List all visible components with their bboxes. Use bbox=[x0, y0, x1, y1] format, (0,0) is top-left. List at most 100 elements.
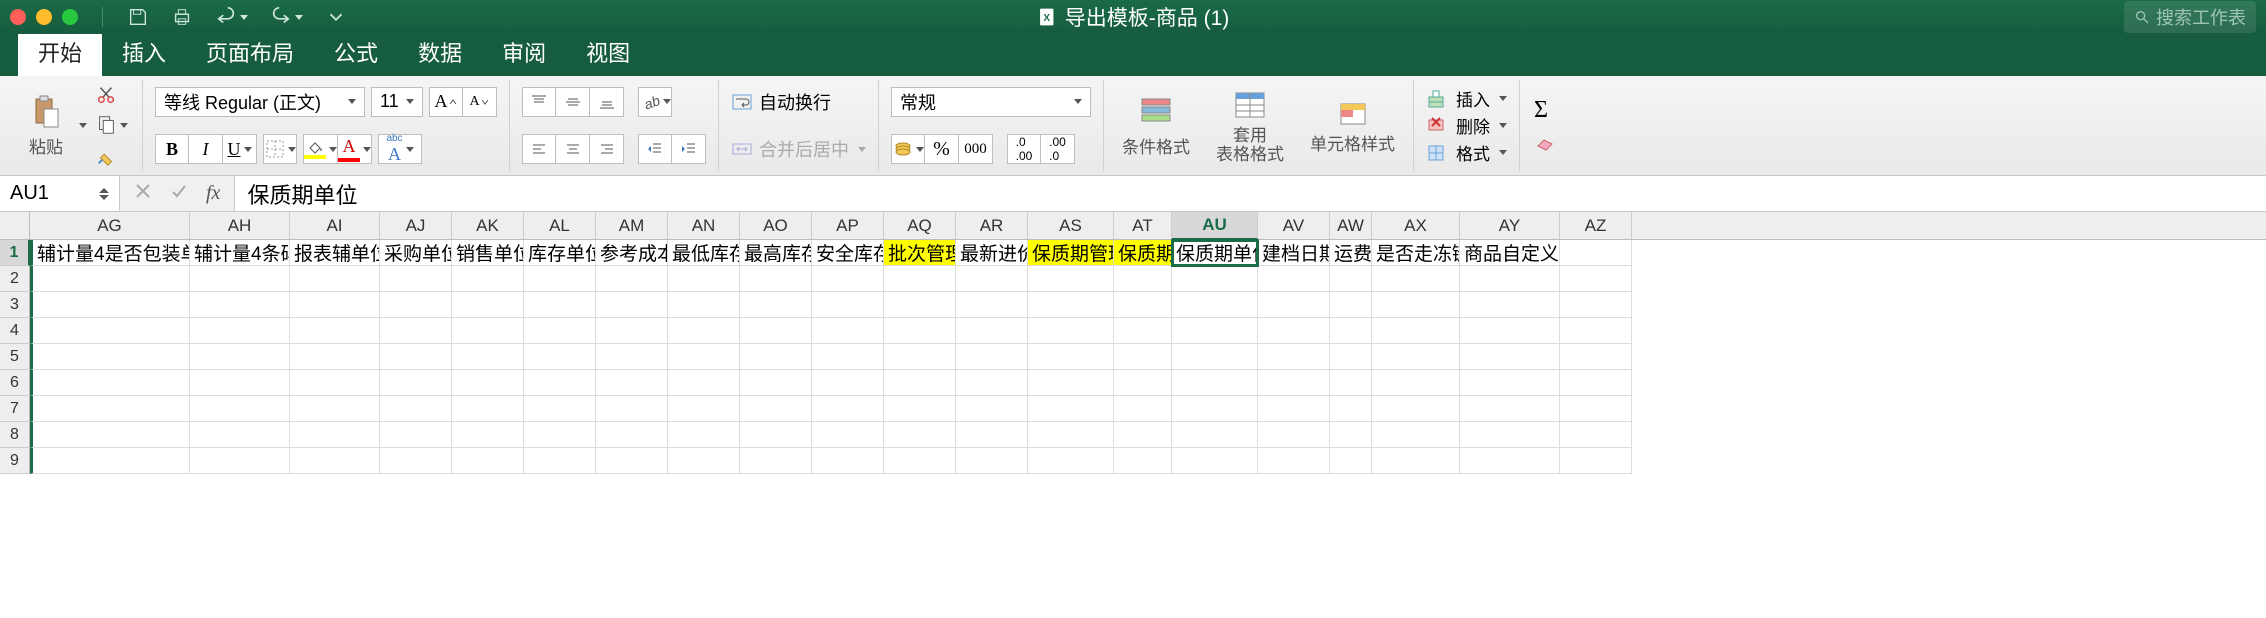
cell-AX6[interactable] bbox=[1372, 370, 1460, 396]
cell-AR9[interactable] bbox=[956, 448, 1028, 474]
cell-AG6[interactable] bbox=[30, 370, 190, 396]
cell-AS1[interactable]: 保质期管理 bbox=[1028, 240, 1114, 266]
cell-AX5[interactable] bbox=[1372, 344, 1460, 370]
cell-AG2[interactable] bbox=[30, 266, 190, 292]
cell-AM8[interactable] bbox=[596, 422, 668, 448]
row-header-1[interactable]: 1 bbox=[0, 240, 30, 266]
tab-formulas[interactable]: 公式 bbox=[314, 28, 398, 76]
cell-AR2[interactable] bbox=[956, 266, 1028, 292]
cell-AN6[interactable] bbox=[668, 370, 740, 396]
cell-AQ6[interactable] bbox=[884, 370, 956, 396]
cell-AJ5[interactable] bbox=[380, 344, 452, 370]
cell-AO4[interactable] bbox=[740, 318, 812, 344]
column-header-AR[interactable]: AR bbox=[956, 212, 1028, 239]
align-middle-button[interactable] bbox=[556, 87, 590, 117]
cell-AI6[interactable] bbox=[290, 370, 380, 396]
row-header-8[interactable]: 8 bbox=[0, 422, 30, 448]
cell-AN9[interactable] bbox=[668, 448, 740, 474]
cell-AW6[interactable] bbox=[1330, 370, 1372, 396]
cell-AV6[interactable] bbox=[1258, 370, 1330, 396]
clear-button[interactable] bbox=[1532, 130, 1558, 156]
column-header-AK[interactable]: AK bbox=[452, 212, 524, 239]
cell-AU7[interactable] bbox=[1172, 396, 1258, 422]
cell-AI7[interactable] bbox=[290, 396, 380, 422]
increase-font-button[interactable]: A bbox=[429, 87, 463, 117]
zoom-window-button[interactable] bbox=[62, 9, 78, 25]
cell-AL8[interactable] bbox=[524, 422, 596, 448]
cell-AN3[interactable] bbox=[668, 292, 740, 318]
increase-indent-button[interactable] bbox=[672, 134, 706, 164]
cell-AN5[interactable] bbox=[668, 344, 740, 370]
cell-AX1[interactable]: 是否走冻链 bbox=[1372, 240, 1460, 266]
cell-AJ2[interactable] bbox=[380, 266, 452, 292]
cell-AL4[interactable] bbox=[524, 318, 596, 344]
orientation-button[interactable]: ab bbox=[638, 87, 672, 117]
delete-cells-button[interactable]: 删除 bbox=[1426, 113, 1507, 138]
column-header-AQ[interactable]: AQ bbox=[884, 212, 956, 239]
wrap-text-button[interactable]: 自动换行 bbox=[731, 89, 866, 115]
cell-AQ5[interactable] bbox=[884, 344, 956, 370]
row-header-4[interactable]: 4 bbox=[0, 318, 30, 344]
tab-review[interactable]: 审阅 bbox=[482, 28, 566, 76]
cell-AW8[interactable] bbox=[1330, 422, 1372, 448]
print-icon[interactable] bbox=[169, 4, 195, 30]
cell-AU3[interactable] bbox=[1172, 292, 1258, 318]
cell-AI2[interactable] bbox=[290, 266, 380, 292]
cell-AZ5[interactable] bbox=[1560, 344, 1632, 370]
align-center-button[interactable] bbox=[556, 134, 590, 164]
tab-view[interactable]: 视图 bbox=[566, 28, 650, 76]
row-header-7[interactable]: 7 bbox=[0, 396, 30, 422]
cell-AO1[interactable]: 最高库存 bbox=[740, 240, 812, 266]
cell-AT5[interactable] bbox=[1114, 344, 1172, 370]
redo-button[interactable] bbox=[268, 4, 305, 30]
decrease-font-button[interactable]: A bbox=[463, 87, 497, 117]
paste-dropdown[interactable] bbox=[79, 123, 87, 128]
cancel-formula-button[interactable] bbox=[134, 182, 152, 205]
cell-AR3[interactable] bbox=[956, 292, 1028, 318]
cell-AV5[interactable] bbox=[1258, 344, 1330, 370]
cell-AU1[interactable]: 保质期单位 bbox=[1172, 240, 1258, 266]
cell-AM2[interactable] bbox=[596, 266, 668, 292]
cell-AW1[interactable]: 运费 bbox=[1330, 240, 1372, 266]
row-header-3[interactable]: 3 bbox=[0, 292, 30, 318]
cell-AX9[interactable] bbox=[1372, 448, 1460, 474]
cell-AP4[interactable] bbox=[812, 318, 884, 344]
cell-AT6[interactable] bbox=[1114, 370, 1172, 396]
cell-AW9[interactable] bbox=[1330, 448, 1372, 474]
cell-AK2[interactable] bbox=[452, 266, 524, 292]
cell-AR4[interactable] bbox=[956, 318, 1028, 344]
cell-AS8[interactable] bbox=[1028, 422, 1114, 448]
tab-insert[interactable]: 插入 bbox=[102, 28, 186, 76]
font-size-combo[interactable]: 11 bbox=[371, 87, 423, 117]
cell-AO9[interactable] bbox=[740, 448, 812, 474]
cell-AO7[interactable] bbox=[740, 396, 812, 422]
cell-AV3[interactable] bbox=[1258, 292, 1330, 318]
cell-AI5[interactable] bbox=[290, 344, 380, 370]
cell-AK4[interactable] bbox=[452, 318, 524, 344]
cell-AG4[interactable] bbox=[30, 318, 190, 344]
cell-AR5[interactable] bbox=[956, 344, 1028, 370]
align-top-button[interactable] bbox=[522, 87, 556, 117]
cell-AP6[interactable] bbox=[812, 370, 884, 396]
column-header-AO[interactable]: AO bbox=[740, 212, 812, 239]
cell-AG7[interactable] bbox=[30, 396, 190, 422]
accounting-format-button[interactable] bbox=[891, 134, 925, 164]
cell-AZ3[interactable] bbox=[1560, 292, 1632, 318]
borders-button[interactable] bbox=[263, 134, 297, 164]
cell-AQ9[interactable] bbox=[884, 448, 956, 474]
name-box[interactable]: AU1 bbox=[0, 176, 120, 211]
cell-AQ8[interactable] bbox=[884, 422, 956, 448]
align-left-button[interactable] bbox=[522, 134, 556, 164]
fx-button[interactable]: fx bbox=[206, 182, 220, 205]
format-painter-button[interactable] bbox=[93, 143, 130, 169]
cell-AH3[interactable] bbox=[190, 292, 290, 318]
column-header-AY[interactable]: AY bbox=[1460, 212, 1560, 239]
cell-AY2[interactable] bbox=[1460, 266, 1560, 292]
cell-AS5[interactable] bbox=[1028, 344, 1114, 370]
cell-AS3[interactable] bbox=[1028, 292, 1114, 318]
cell-AT3[interactable] bbox=[1114, 292, 1172, 318]
cell-AJ7[interactable] bbox=[380, 396, 452, 422]
select-all-corner[interactable] bbox=[0, 212, 30, 240]
column-header-AX[interactable]: AX bbox=[1372, 212, 1460, 239]
phonetic-button[interactable]: abcA bbox=[378, 134, 422, 164]
